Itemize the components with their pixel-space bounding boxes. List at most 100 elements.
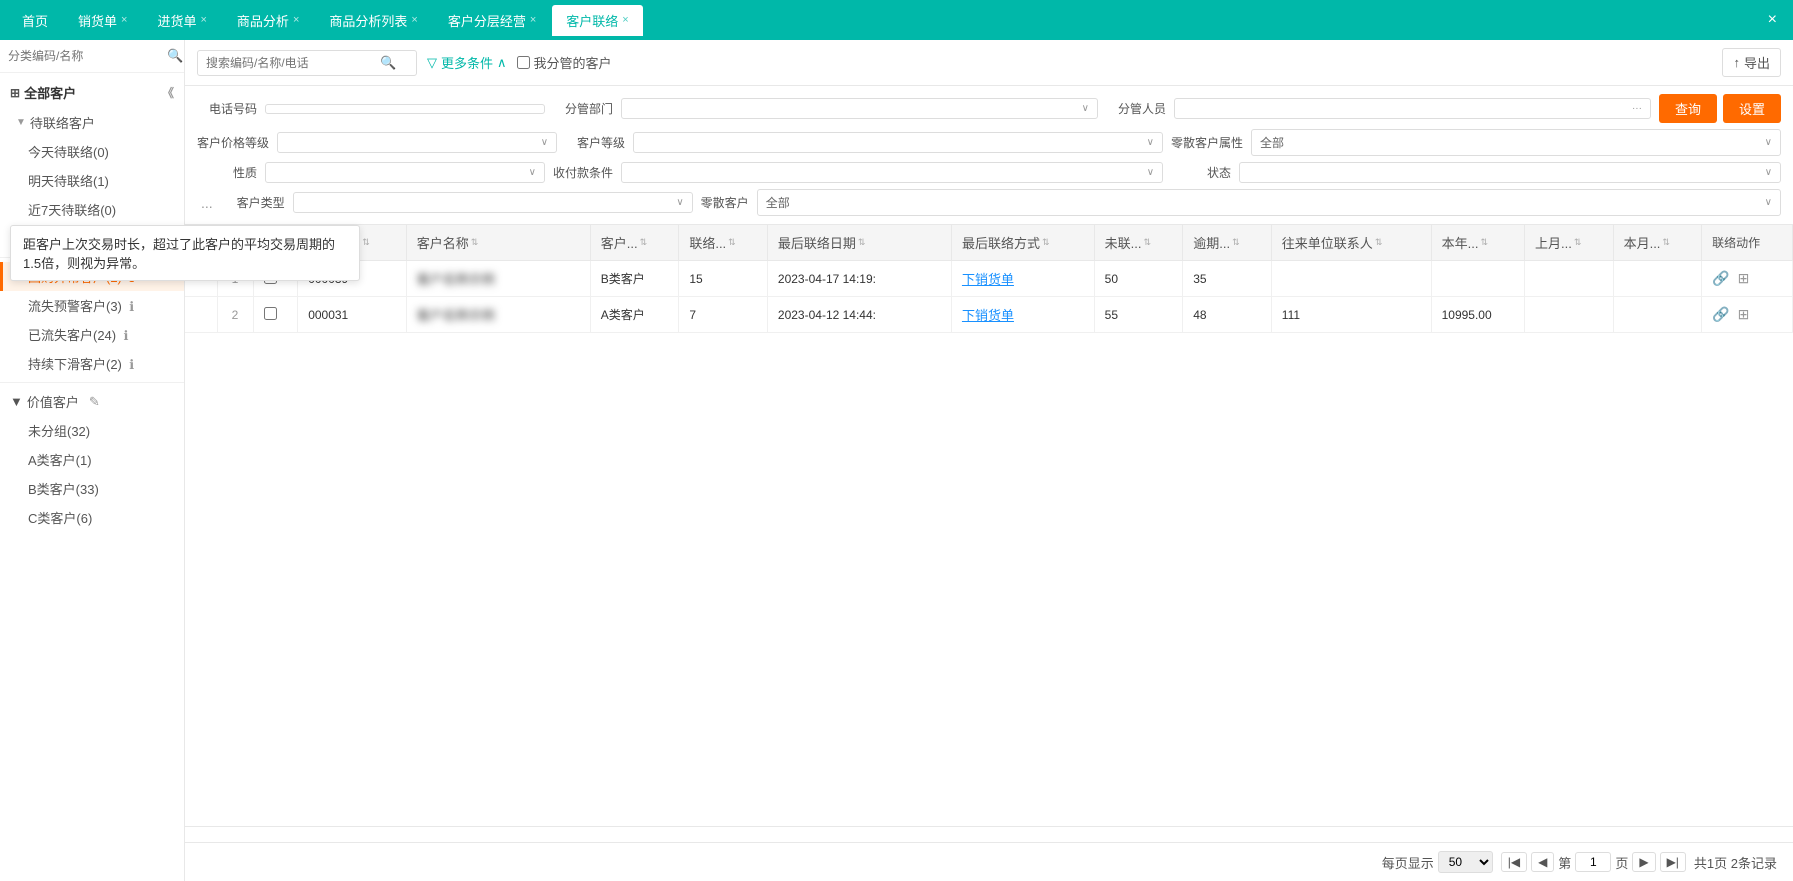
last-page-btn[interactable]: ▶|: [1660, 852, 1686, 872]
col-last-contact-date[interactable]: 最后联络日期 ⇅: [767, 225, 951, 261]
window-close-button[interactable]: ×: [1760, 7, 1785, 33]
next-page-btn[interactable]: ▶: [1632, 852, 1655, 872]
sidebar-item-tomorrow[interactable]: 明天待联络(1): [0, 166, 184, 195]
per-page-select[interactable]: 50 100 200: [1438, 851, 1493, 873]
price-grade-field[interactable]: ∨: [277, 132, 557, 153]
filter-row-3: 性质 ∨ 收付款条件 ∨ 状态 ∨: [197, 162, 1781, 183]
arrow-down-icon: ▼: [16, 117, 26, 128]
col-name[interactable]: 客户名称 ⇅: [406, 225, 590, 261]
nav-product-list[interactable]: 商品分析列表 ×: [315, 5, 431, 36]
first-page-btn[interactable]: |◀: [1501, 852, 1527, 872]
row-code: 000031: [298, 297, 407, 333]
settings-button[interactable]: 设置: [1723, 94, 1781, 123]
scatter-customer-field[interactable]: 全部 ∨: [757, 189, 1781, 216]
row-this-month: [1613, 297, 1702, 333]
sidebar-item-churn-warning[interactable]: 流失预警客户(3) ℹ: [0, 291, 184, 320]
col-overdue[interactable]: 逾期... ⇅: [1183, 225, 1272, 261]
main-search-input[interactable]: [206, 56, 376, 70]
close-product-analysis-icon[interactable]: ×: [293, 14, 299, 26]
dots-button[interactable]: ...: [197, 195, 217, 211]
nav-sales[interactable]: 销货单 ×: [64, 5, 141, 36]
staff-field[interactable]: ···: [1174, 98, 1651, 119]
dept-label: 分管部门: [553, 100, 613, 117]
close-customer-tier-icon[interactable]: ×: [530, 14, 536, 26]
my-customers-checkbox[interactable]: [517, 56, 530, 69]
action-grid-icon[interactable]: ⊞: [1738, 306, 1750, 323]
gender-field[interactable]: ∨: [265, 162, 545, 183]
close-sales-icon[interactable]: ×: [121, 14, 127, 26]
scatter-attr-field[interactable]: 全部 ∨: [1251, 129, 1781, 156]
close-product-list-icon[interactable]: ×: [411, 14, 417, 26]
action-link-icon[interactable]: 🔗: [1712, 270, 1729, 287]
sidebar-all-customers[interactable]: ⊞ 全部客户 《: [0, 77, 184, 108]
action-link-icon[interactable]: 🔗: [1712, 306, 1729, 323]
status-field[interactable]: ∨: [1239, 162, 1781, 183]
search-icon-main: 🔍: [380, 55, 396, 71]
pay-field[interactable]: ∨: [621, 162, 1163, 183]
close-purchase-icon[interactable]: ×: [200, 14, 206, 26]
table-area: ⚙ # 客户编码 ⇅ 客户名称 ⇅ 客户... ⇅ 联络... ⇅ 最后联络日期…: [185, 225, 1793, 826]
sidebar-item-a-class[interactable]: A类客户(1): [0, 445, 184, 474]
col-contact[interactable]: 联络... ⇅: [679, 225, 768, 261]
action-grid-icon[interactable]: ⊞: [1738, 270, 1750, 287]
row-checkbox[interactable]: [253, 297, 298, 333]
sidebar-pending-group[interactable]: ▼ 待联络客户: [0, 108, 184, 137]
row-select-checkbox[interactable]: [264, 307, 277, 320]
filter-row-1: 电话号码 分管部门 ∨ 分管人员 ··· 查询 设置: [197, 94, 1781, 123]
more-conditions-btn[interactable]: ▽ 更多条件 ∧: [427, 53, 507, 72]
chevron-down-icon-4: ∨: [1147, 137, 1154, 148]
row-last-contact-method[interactable]: 下销货单: [951, 297, 1094, 333]
my-customers-checkbox-group[interactable]: 我分管的客户: [517, 53, 612, 72]
edit-icon[interactable]: ✎: [89, 394, 100, 410]
chevron-down-icon-9: ∨: [676, 197, 683, 208]
sidebar-item-b-class[interactable]: B类客户(33): [0, 474, 184, 503]
col-last-contact-method[interactable]: 最后联络方式 ⇅: [951, 225, 1094, 261]
page-number-input[interactable]: [1575, 852, 1611, 872]
sidebar-item-declining[interactable]: 持续下滑客户(2) ℹ: [0, 349, 184, 378]
nav-product-analysis[interactable]: 商品分析 ×: [223, 5, 313, 36]
scatter-customer-label: 零散客户: [701, 194, 749, 211]
chevron-down-icon-8: ∨: [1765, 167, 1772, 178]
pagination-bar: 每页显示 50 100 200 |◀ ◀ 第 页 ▶ ▶| 共1页 2条记录: [185, 842, 1793, 881]
col-category[interactable]: 客户... ⇅: [590, 225, 679, 261]
customer-type-field[interactable]: ∨: [293, 192, 693, 213]
sidebar-item-7days[interactable]: 近7天待联络(0): [0, 195, 184, 224]
filter-icon: ▽: [427, 55, 437, 71]
query-button[interactable]: 查询: [1659, 94, 1717, 123]
sidebar-value-customer-group[interactable]: ▼ 价值客户 ✎: [0, 387, 184, 416]
nav-purchase[interactable]: 进货单 ×: [143, 5, 220, 36]
prev-page-btn[interactable]: ◀: [1531, 852, 1554, 872]
row-overdue: 35: [1183, 261, 1272, 297]
sidebar-item-today[interactable]: 今天待联络(0): [0, 137, 184, 166]
grade-field[interactable]: ∨: [633, 132, 1163, 153]
phone-field[interactable]: [265, 104, 545, 114]
nav-customer-tier[interactable]: 客户分层经营 ×: [434, 5, 550, 36]
chevron-down-icon-7: ∨: [1147, 167, 1154, 178]
horizontal-scrollbar[interactable]: [185, 826, 1793, 842]
row-last-contact-method[interactable]: 下销货单: [951, 261, 1094, 297]
sidebar-collapse-icon[interactable]: 《: [162, 84, 174, 101]
close-customer-contact-icon[interactable]: ×: [622, 14, 628, 26]
col-action: 联络动作: [1702, 225, 1793, 261]
main-search-box[interactable]: 🔍: [197, 50, 417, 76]
price-grade-label: 客户价格等级: [197, 134, 269, 151]
nav-home[interactable]: 首页: [8, 5, 62, 36]
col-not-contact[interactable]: 未联... ⇅: [1094, 225, 1183, 261]
row-action: 🔗 ⊞: [1702, 261, 1793, 297]
row-unit-contact: [1271, 261, 1431, 297]
sidebar-item-c-class[interactable]: C类客户(6): [0, 503, 184, 532]
export-button[interactable]: ↑ 导出: [1722, 48, 1781, 77]
col-unit-contact[interactable]: 往来单位联系人 ⇅: [1271, 225, 1431, 261]
col-last-month[interactable]: 上月... ⇅: [1525, 225, 1614, 261]
customer-type-label: 客户类型: [225, 194, 285, 211]
col-this-month[interactable]: 本月... ⇅: [1613, 225, 1702, 261]
col-this-year[interactable]: 本年... ⇅: [1431, 225, 1524, 261]
sidebar-search-input[interactable]: [8, 49, 163, 63]
row-not-contact: 55: [1094, 297, 1183, 333]
sidebar-item-ungroup[interactable]: 未分组(32): [0, 416, 184, 445]
sidebar-search-box[interactable]: 🔍: [0, 40, 184, 73]
dept-field[interactable]: ∨: [621, 98, 1098, 119]
nav-customer-contact[interactable]: 客户联络 ×: [552, 5, 642, 36]
chevron-down-icon-5: ∨: [1765, 137, 1772, 148]
sidebar-item-churned[interactable]: 已流失客户(24) ℹ: [0, 320, 184, 349]
